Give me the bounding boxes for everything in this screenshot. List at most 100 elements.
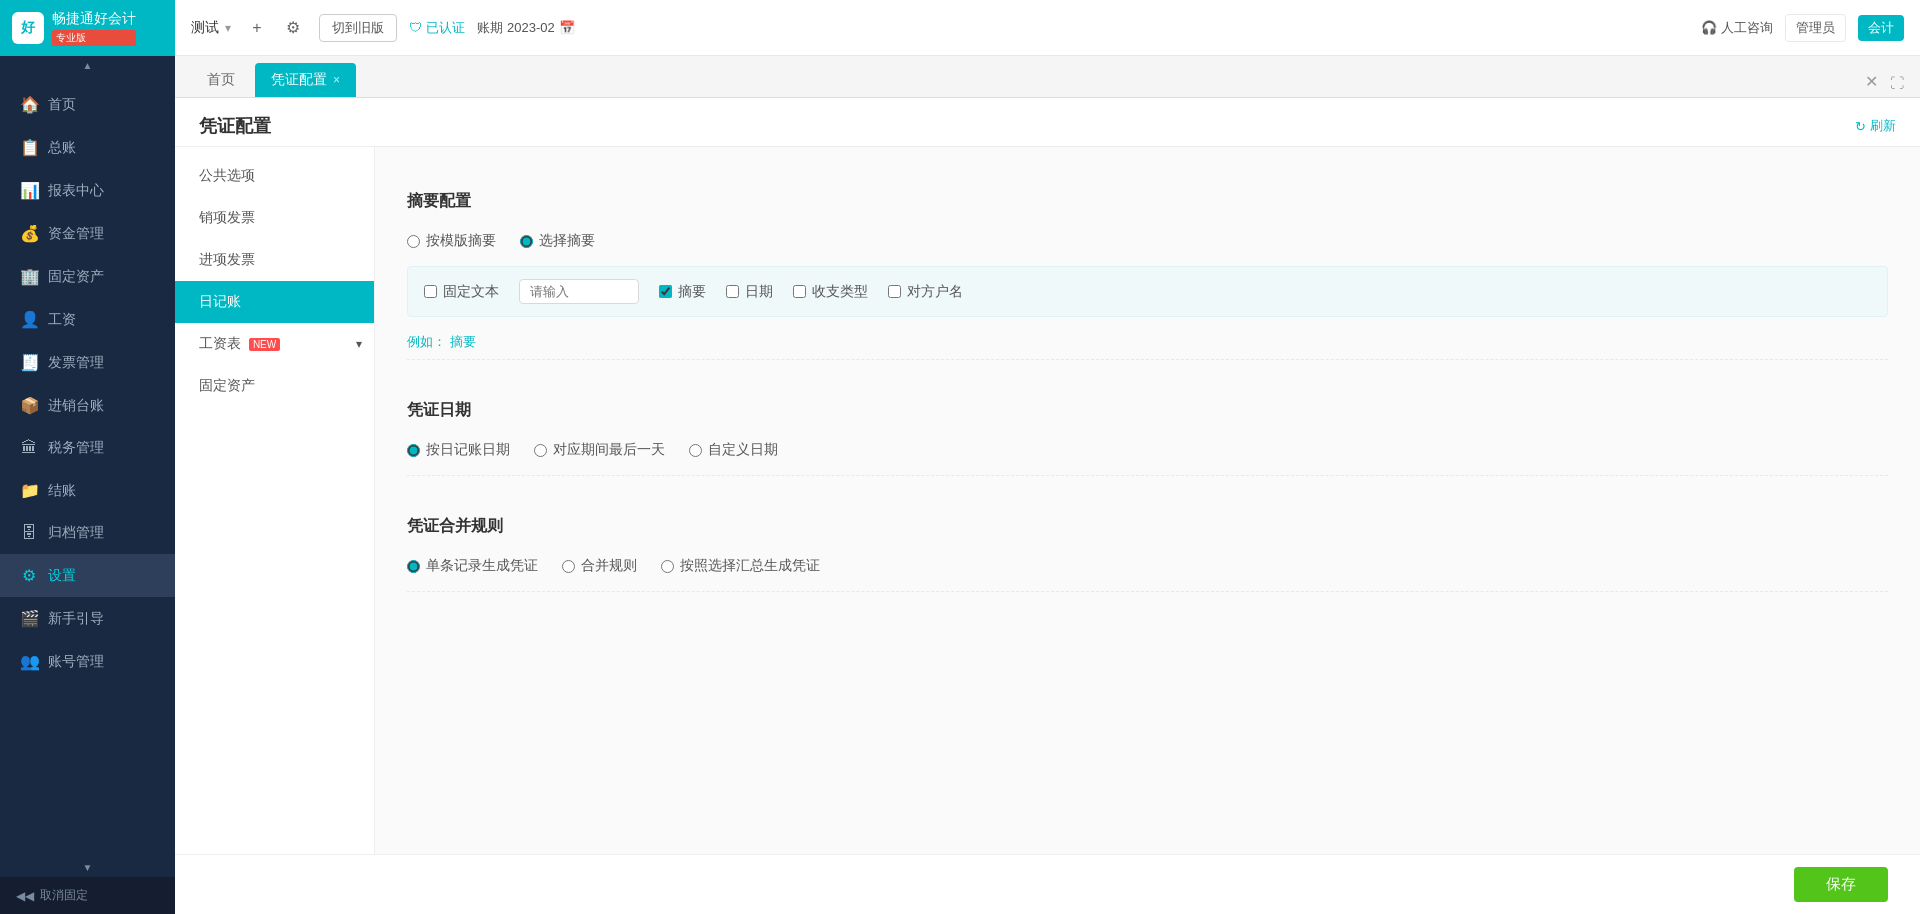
sidebar-item-guide[interactable]: 🎬 新手引导 [0,597,175,640]
left-nav-fixed[interactable]: 固定资产 [175,365,374,407]
logo-title: 畅捷通好会计 [52,10,136,28]
sidebar-item-close[interactable]: 📁 结账 [0,469,175,512]
left-nav-purchase[interactable]: 进项发票 [175,239,374,281]
fixed-text-checkbox[interactable] [424,285,437,298]
sidebar-item-capital[interactable]: 💰 资金管理 [0,212,175,255]
calendar-icon[interactable]: 📅 [559,20,575,35]
consult-btn[interactable]: 🎧 人工咨询 [1701,19,1773,37]
date-radio-custom[interactable]: 自定义日期 [689,441,778,459]
sidebar-scroll-up[interactable]: ▲ [0,56,175,75]
left-nav: 公共选项 销项发票 进项发票 日记账 工资表 NEW ▾ [175,147,375,854]
period-last-radio[interactable] [534,444,547,457]
pay-type-checkbox-option[interactable]: 收支类型 [793,283,868,301]
add-button[interactable]: + [243,14,271,42]
page-title: 凭证配置 [199,114,271,138]
summary-template-radio[interactable] [407,235,420,248]
left-nav-diary[interactable]: 日记账 [175,281,374,323]
example-text: 例如： 摘要 [407,329,1888,359]
summary-template-label: 按模版摘要 [426,232,496,250]
tab-home[interactable]: 首页 [191,63,251,97]
expand-panel-icon[interactable]: ⛶ [1890,75,1904,97]
archive-icon: 🗄 [20,524,38,542]
diary-date-radio[interactable] [407,444,420,457]
date-section: 凭证日期 按日记账日期 对应期间最后一天 自定义日期 [407,380,1888,476]
summary-checkbox-option[interactable]: 摘要 [659,283,706,301]
date-checkbox[interactable] [726,285,739,298]
sidebar-item-ledger[interactable]: 📋 总账 [0,126,175,169]
summary-section: 摘要配置 按模版摘要 选择摘要 [407,171,1888,360]
sidebar-item-inout[interactable]: 📦 进销台账 [0,384,175,427]
cancel-fixed-btn[interactable]: ◀◀ 取消固定 [0,877,175,914]
sidebar-item-extra[interactable]: 👥 账号管理 [0,640,175,683]
summary-select-radio[interactable] [520,235,533,248]
period-display: 账期 2023-02 📅 [477,19,575,37]
date-checkbox-option[interactable]: 日期 [726,283,773,301]
left-nav-sales[interactable]: 销项发票 [175,197,374,239]
custom-date-radio[interactable] [689,444,702,457]
sidebar-item-invoice[interactable]: 🧾 发票管理 [0,341,175,384]
date-label: 日期 [745,283,773,301]
select-merge-radio[interactable] [661,560,674,573]
project-selector[interactable]: 测试 ▾ [191,19,231,37]
sidebar-logo: 好 畅捷通好会计 专业版 [0,0,175,56]
inout-icon: 📦 [20,396,38,415]
nav-label-home: 首页 [48,96,76,114]
nav-label-report: 报表中心 [48,182,104,200]
single-record-radio[interactable] [407,560,420,573]
accountant-btn[interactable]: 会计 [1858,15,1904,41]
summary-radio-select[interactable]: 选择摘要 [520,232,595,250]
merge-section: 凭证合并规则 单条记录生成凭证 合并规则 按照选择汇总生成凭证 [407,496,1888,592]
other-name-checkbox[interactable] [888,285,901,298]
shield-icon: 🛡 [409,20,422,35]
refresh-btn[interactable]: ↻ 刷新 [1855,117,1896,135]
project-name: 测试 [191,19,219,37]
sidebar: 好 畅捷通好会计 专业版 ▲ 🏠 首页 📋 总账 📊 报表中心 💰 资金管理 🏢… [0,0,175,914]
user-btn[interactable]: 管理员 [1785,14,1846,42]
merge-rule-radio[interactable] [562,560,575,573]
date-radio-diary[interactable]: 按日记账日期 [407,441,510,459]
save-btn[interactable]: 保存 [1794,867,1888,902]
merge-rule-label: 合并规则 [581,557,637,575]
merge-radio-rule[interactable]: 合并规则 [562,557,637,575]
cancel-fixed-icon: ◀◀ [16,889,34,903]
right-content: 摘要配置 按模版摘要 选择摘要 [375,147,1920,854]
sidebar-scroll-down[interactable]: ▼ [0,858,175,877]
nav-label-ledger: 总账 [48,139,76,157]
fixed-asset-icon: 🏢 [20,267,38,286]
tab-label-voucher: 凭证配置 [271,71,327,89]
switch-old-btn[interactable]: 切到旧版 [319,14,397,42]
merge-radio-single[interactable]: 单条记录生成凭证 [407,557,538,575]
close-panel-icon[interactable]: ✕ [1865,72,1878,97]
summary-select-label: 选择摘要 [539,232,595,250]
merge-radio-group: 单条记录生成凭证 合并规则 按照选择汇总生成凭证 [407,553,1888,591]
nav-label-guide: 新手引导 [48,610,104,628]
fixed-text-checkbox-option[interactable]: 固定文本 [424,283,499,301]
merge-title: 凭证合并规则 [407,496,1888,553]
summary-checkbox[interactable] [659,285,672,298]
sidebar-item-settings[interactable]: ⚙ 设置 [0,554,175,597]
left-nav-salary-table[interactable]: 工资表 NEW ▾ [175,323,374,365]
other-name-checkbox-option[interactable]: 对方户名 [888,283,963,301]
summary-radio-template[interactable]: 按模版摘要 [407,232,496,250]
sidebar-item-home[interactable]: 🏠 首页 [0,83,175,126]
pay-type-checkbox[interactable] [793,285,806,298]
logo-icon: 好 [12,12,44,44]
close-account-icon: 📁 [20,481,38,500]
sidebar-item-archive[interactable]: 🗄 归档管理 [0,512,175,554]
fixed-text-input[interactable] [519,279,639,304]
content-area: 凭证配置 ↻ 刷新 公共选项 销项发票 进项发票 日记账 [175,98,1920,914]
sidebar-item-salary[interactable]: 👤 工资 [0,298,175,341]
tab-voucher-config[interactable]: 凭证配置 × [255,63,356,97]
tab-close-icon[interactable]: × [333,73,340,87]
settings-button[interactable]: ⚙ [279,14,307,42]
merge-radio-select[interactable]: 按照选择汇总生成凭证 [661,557,820,575]
save-bar: 保存 [175,854,1920,914]
certified-badge: 🛡 已认证 [409,19,465,37]
sidebar-item-fixed-asset[interactable]: 🏢 固定资产 [0,255,175,298]
logo-subtitle: 专业版 [52,30,136,46]
sidebar-item-report[interactable]: 📊 报表中心 [0,169,175,212]
refresh-icon: ↻ [1855,119,1866,134]
left-nav-public[interactable]: 公共选项 [175,155,374,197]
date-radio-period[interactable]: 对应期间最后一天 [534,441,665,459]
sidebar-item-tax[interactable]: 🏛 税务管理 [0,427,175,469]
